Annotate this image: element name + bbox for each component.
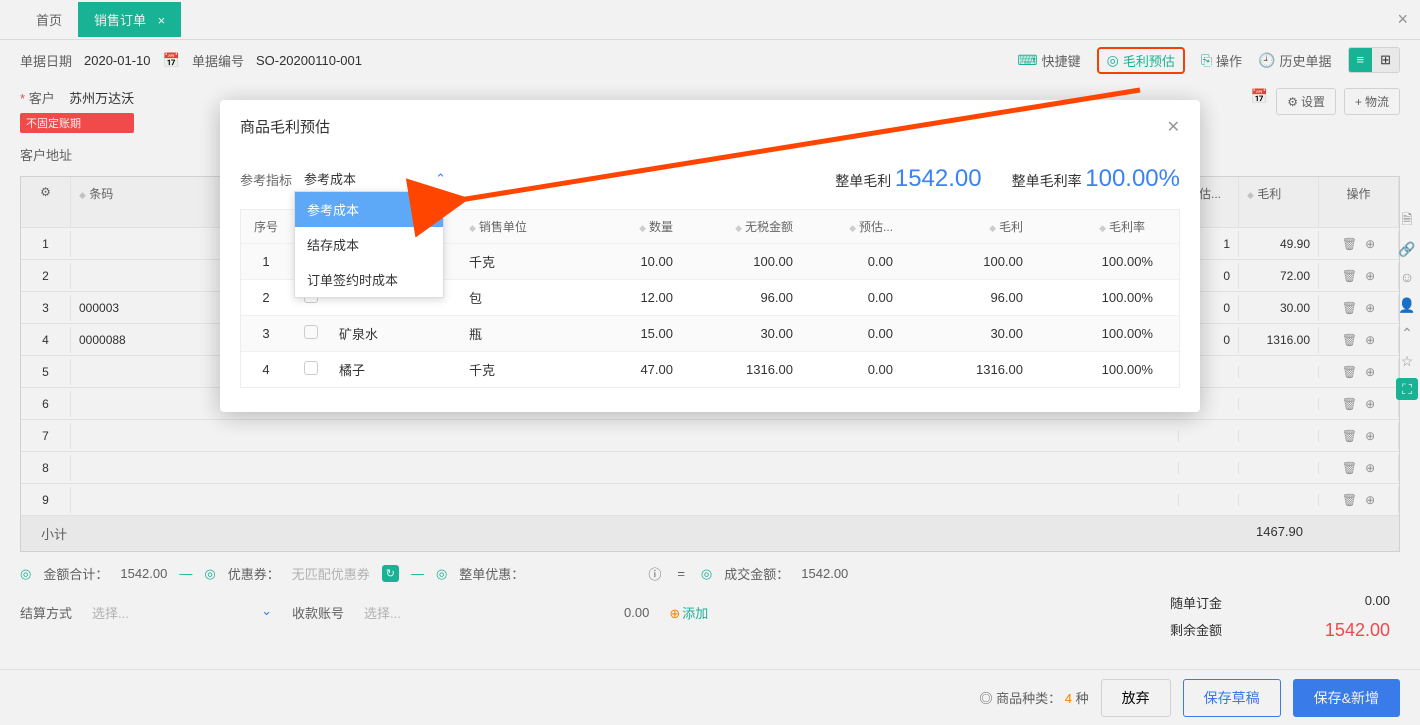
m-cell-unit: 瓶 [461, 316, 581, 351]
indicator-label: 参考指标 [240, 170, 292, 189]
m-cell-seq: 2 [241, 282, 291, 313]
m-col-est[interactable]: ◆预估... [801, 210, 901, 243]
m-cell-est: 0.00 [801, 318, 901, 349]
m-cell-rate: 100.00% [1031, 318, 1161, 349]
dropdown-option-0[interactable]: 参考成本 [295, 192, 443, 227]
m-cell-unit: 包 [461, 280, 581, 315]
m-cell-rate: 100.00% [1031, 246, 1161, 277]
sort-icon: ◆ [735, 223, 742, 233]
m-cell-amt: 100.00 [681, 246, 801, 277]
m-cell-est: 0.00 [801, 354, 901, 385]
m-cell-amt: 96.00 [681, 282, 801, 313]
m-cell-qty: 15.00 [581, 318, 681, 349]
indicator-value: 参考成本 [304, 169, 356, 188]
total-rate-label: 整单毛利率 [1012, 173, 1082, 189]
m-col-amt-label: 无税金额 [745, 220, 793, 234]
m-cell-seq: 4 [241, 354, 291, 385]
m-cell-seq: 3 [241, 318, 291, 349]
sort-icon: ◆ [469, 223, 476, 233]
m-col-profit[interactable]: ◆毛利 [901, 210, 1031, 243]
indicator-dropdown: 参考成本 结存成本 订单签约时成本 [294, 191, 444, 298]
m-cell-amt: 1316.00 [681, 354, 801, 385]
modal-table-row: 3矿泉水瓶15.0030.000.0030.00100.00% [241, 315, 1179, 351]
chevron-up-icon: ⌃ [435, 171, 446, 187]
total-profit-label: 整单毛利 [835, 173, 891, 189]
m-cell-name: 矿泉水 [331, 316, 461, 351]
m-cell-name: 橘子 [331, 352, 461, 387]
profit-modal: 商品毛利预估 ✕ 参考指标 参考成本 ⌃ 参考成本 结存成本 订单签约时成本 整… [220, 100, 1200, 412]
m-cell-unit: 千克 [461, 352, 581, 387]
indicator-select[interactable]: 参考成本 ⌃ [300, 165, 450, 193]
sort-icon: ◆ [849, 223, 856, 233]
m-cell-qty: 47.00 [581, 354, 681, 385]
checkbox-icon[interactable] [304, 361, 318, 375]
m-cell-amt: 30.00 [681, 318, 801, 349]
total-rate-value: 100.00% [1085, 165, 1180, 192]
modal-table-row: 4橘子千克47.001316.000.001316.00100.00% [241, 351, 1179, 387]
m-col-profit-label: 毛利 [999, 220, 1023, 234]
sort-icon: ◆ [639, 223, 646, 233]
m-col-seq: 序号 [241, 210, 291, 243]
total-profit-value: 1542.00 [895, 165, 982, 192]
dropdown-option-2[interactable]: 订单签约时成本 [295, 262, 443, 297]
m-col-unit[interactable]: ◆销售单位 [461, 210, 581, 243]
m-cell-est: 0.00 [801, 246, 901, 277]
modal-title: 商品毛利预估 [240, 116, 330, 137]
m-cell-rate: 100.00% [1031, 282, 1161, 313]
m-cell-est: 0.00 [801, 282, 901, 313]
modal-close-icon[interactable]: ✕ [1167, 117, 1180, 137]
m-col-qty-label: 数量 [649, 220, 673, 234]
m-col-amt[interactable]: ◆无税金额 [681, 210, 801, 243]
dropdown-option-1[interactable]: 结存成本 [295, 227, 443, 262]
m-col-rate[interactable]: ◆毛利率 [1031, 210, 1161, 243]
m-cell-chk[interactable] [291, 353, 331, 386]
m-cell-seq: 1 [241, 246, 291, 277]
m-cell-profit: 30.00 [901, 318, 1031, 349]
m-cell-unit: 千克 [461, 244, 581, 279]
m-col-unit-label: 销售单位 [479, 220, 527, 234]
m-cell-qty: 12.00 [581, 282, 681, 313]
m-col-qty[interactable]: ◆数量 [581, 210, 681, 243]
modal-mask: 商品毛利预估 ✕ 参考指标 参考成本 ⌃ 参考成本 结存成本 订单签约时成本 整… [0, 0, 1420, 725]
m-cell-profit: 1316.00 [901, 354, 1031, 385]
m-cell-rate: 100.00% [1031, 354, 1161, 385]
m-col-est-label: 预估... [859, 220, 893, 234]
sort-icon: ◆ [989, 223, 996, 233]
m-cell-profit: 96.00 [901, 282, 1031, 313]
m-cell-profit: 100.00 [901, 246, 1031, 277]
checkbox-icon[interactable] [304, 325, 318, 339]
sort-icon: ◆ [1099, 223, 1106, 233]
m-cell-chk[interactable] [291, 317, 331, 350]
m-cell-qty: 10.00 [581, 246, 681, 277]
m-col-rate-label: 毛利率 [1109, 220, 1145, 234]
